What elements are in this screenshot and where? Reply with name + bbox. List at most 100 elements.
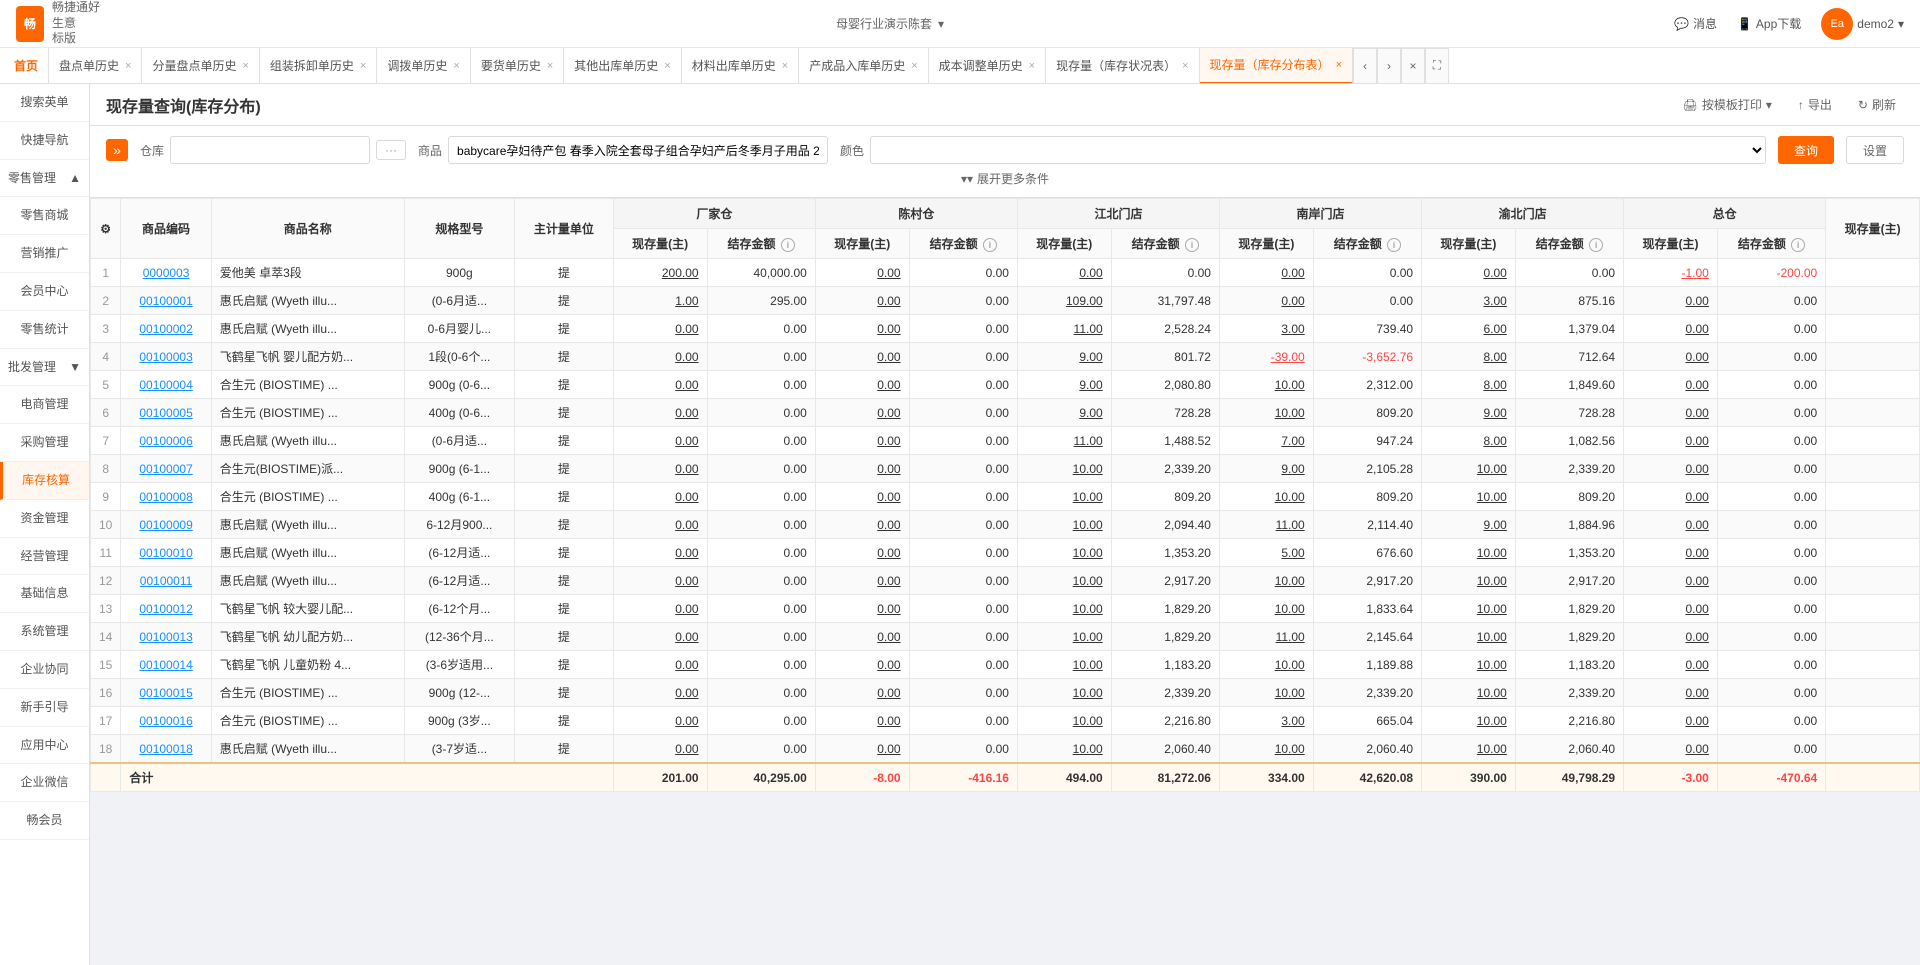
product-code[interactable]: 00100009 bbox=[121, 511, 211, 539]
close-tab-material-out-icon[interactable]: × bbox=[782, 60, 788, 72]
total-stock[interactable]: 0.00 bbox=[1624, 623, 1718, 651]
table-settings-icon[interactable]: ⚙ bbox=[100, 222, 111, 236]
product-code[interactable]: 00100010 bbox=[121, 539, 211, 567]
product-code[interactable]: 00100013 bbox=[121, 623, 211, 651]
factory-stock[interactable]: 0.00 bbox=[613, 315, 707, 343]
tab-dispatch[interactable]: 调拨单历史 × bbox=[377, 48, 470, 84]
total-stock[interactable]: 0.00 bbox=[1624, 651, 1718, 679]
factory-stock[interactable]: 0.00 bbox=[613, 343, 707, 371]
sidebar-item-weixin[interactable]: 企业微信 bbox=[0, 764, 89, 802]
warehouse-input[interactable] bbox=[170, 136, 370, 164]
close-tab-branch-icon[interactable]: × bbox=[242, 60, 248, 72]
sidebar-item-stock[interactable]: 库存核算 bbox=[0, 462, 89, 500]
chen-stock[interactable]: 0.00 bbox=[815, 567, 909, 595]
jiangbei-stock[interactable]: 10.00 bbox=[1017, 455, 1111, 483]
factory-stock[interactable]: 0.00 bbox=[613, 427, 707, 455]
chen-stock[interactable]: 0.00 bbox=[815, 371, 909, 399]
factory-stock[interactable]: 0.00 bbox=[613, 735, 707, 764]
jiangbei-stock[interactable]: 10.00 bbox=[1017, 707, 1111, 735]
factory-stock[interactable]: 0.00 bbox=[613, 567, 707, 595]
chen-stock[interactable]: 0.00 bbox=[815, 679, 909, 707]
app-download-btn[interactable]: 📱 App下载 bbox=[1737, 15, 1801, 32]
sidebar-item-member[interactable]: 会员中心 bbox=[0, 273, 89, 311]
nangan-stock[interactable]: 10.00 bbox=[1219, 399, 1313, 427]
nangan-stock[interactable]: 10.00 bbox=[1219, 567, 1313, 595]
product-code[interactable]: 00100006 bbox=[121, 427, 211, 455]
close-tab-cost-adjust-icon[interactable]: × bbox=[1029, 60, 1035, 72]
sidebar-item-wholesale[interactable]: 批发管理▼ bbox=[0, 349, 89, 387]
nangan-stock[interactable]: 10.00 bbox=[1219, 595, 1313, 623]
total-stock[interactable]: 0.00 bbox=[1624, 343, 1718, 371]
yubei-stock[interactable]: 0.00 bbox=[1422, 259, 1516, 287]
yubei-stock[interactable]: 10.00 bbox=[1422, 651, 1516, 679]
yubei-stock[interactable]: 10.00 bbox=[1422, 735, 1516, 764]
sidebar-item-retail-mgmt[interactable]: 零售管理▲ bbox=[0, 160, 89, 198]
factory-stock[interactable]: 0.00 bbox=[613, 679, 707, 707]
jiangbei-stock[interactable]: 10.00 bbox=[1017, 567, 1111, 595]
product-code[interactable]: 00100007 bbox=[121, 455, 211, 483]
factory-stock[interactable]: 0.00 bbox=[613, 455, 707, 483]
chen-stock[interactable]: 0.00 bbox=[815, 707, 909, 735]
total-stock[interactable]: 0.00 bbox=[1624, 595, 1718, 623]
sidebar-item-purchase[interactable]: 采购管理 bbox=[0, 424, 89, 462]
nangan-stock[interactable]: 3.00 bbox=[1219, 707, 1313, 735]
sidebar-item-marketing[interactable]: 营销推广 bbox=[0, 235, 89, 273]
chen-stock[interactable]: 0.00 bbox=[815, 343, 909, 371]
factory-stock[interactable]: 0.00 bbox=[613, 399, 707, 427]
sidebar-item-search[interactable]: 搜索英单 bbox=[0, 84, 89, 122]
tab-next-btn[interactable]: › bbox=[1377, 48, 1401, 84]
chen-stock[interactable]: 0.00 bbox=[815, 455, 909, 483]
jiangbei-stock[interactable]: 11.00 bbox=[1017, 427, 1111, 455]
total-stock[interactable]: -1.00 bbox=[1624, 259, 1718, 287]
factory-stock[interactable]: 0.00 bbox=[613, 371, 707, 399]
chen-stock[interactable]: 0.00 bbox=[815, 483, 909, 511]
yubei-amount-info-icon[interactable]: i bbox=[1589, 238, 1603, 252]
close-tab-stock-status-icon[interactable]: × bbox=[1182, 60, 1188, 72]
jiangbei-stock[interactable]: 9.00 bbox=[1017, 399, 1111, 427]
factory-stock[interactable]: 0.00 bbox=[613, 623, 707, 651]
product-code[interactable]: 00100015 bbox=[121, 679, 211, 707]
chen-stock[interactable]: 0.00 bbox=[815, 511, 909, 539]
total-stock[interactable]: 0.00 bbox=[1624, 707, 1718, 735]
total-stock[interactable]: 0.00 bbox=[1624, 455, 1718, 483]
refresh-btn[interactable]: ↻ 刷新 bbox=[1850, 92, 1904, 117]
sidebar-item-finance[interactable]: 资金管理 bbox=[0, 500, 89, 538]
yubei-stock[interactable]: 10.00 bbox=[1422, 455, 1516, 483]
nangan-stock[interactable]: 0.00 bbox=[1219, 287, 1313, 315]
user-profile[interactable]: Ea demo2 ▾ bbox=[1821, 8, 1904, 40]
product-code[interactable]: 00100012 bbox=[121, 595, 211, 623]
tab-other-out[interactable]: 其他出库单历史 × bbox=[564, 48, 681, 84]
yubei-stock[interactable]: 10.00 bbox=[1422, 679, 1516, 707]
tab-fullscreen-btn[interactable]: ⛶ bbox=[1425, 48, 1449, 84]
nangan-stock[interactable]: 0.00 bbox=[1219, 259, 1313, 287]
chen-stock[interactable]: 0.00 bbox=[815, 735, 909, 764]
product-code[interactable]: 00100016 bbox=[121, 707, 211, 735]
sidebar-item-shortcut[interactable]: 快捷导航 bbox=[0, 122, 89, 160]
sidebar-item-member2[interactable]: 畅会员 bbox=[0, 802, 89, 840]
industry-selector[interactable]: 母婴行业演示陈套 ▾ bbox=[836, 15, 944, 32]
nangan-stock[interactable]: 9.00 bbox=[1219, 455, 1313, 483]
nangan-stock[interactable]: 3.00 bbox=[1219, 315, 1313, 343]
factory-stock[interactable]: 0.00 bbox=[613, 595, 707, 623]
yubei-stock[interactable]: 9.00 bbox=[1422, 399, 1516, 427]
yubei-stock[interactable]: 3.00 bbox=[1422, 287, 1516, 315]
sidebar-item-retail-stats[interactable]: 零售统计 bbox=[0, 311, 89, 349]
yubei-stock[interactable]: 6.00 bbox=[1422, 315, 1516, 343]
factory-stock[interactable]: 0.00 bbox=[613, 511, 707, 539]
factory-stock[interactable]: 0.00 bbox=[613, 539, 707, 567]
tab-cost-adjust[interactable]: 成本调整单历史 × bbox=[929, 48, 1046, 84]
factory-stock[interactable]: 0.00 bbox=[613, 707, 707, 735]
tab-purchase[interactable]: 要货单历史 × bbox=[471, 48, 564, 84]
tab-close-all-btn[interactable]: × bbox=[1401, 48, 1425, 84]
sidebar-item-ops[interactable]: 经营管理 bbox=[0, 538, 89, 576]
close-tab-assemble-icon[interactable]: × bbox=[360, 60, 366, 72]
factory-stock[interactable]: 1.00 bbox=[613, 287, 707, 315]
chen-amount-info-icon[interactable]: i bbox=[983, 238, 997, 252]
product-code[interactable]: 00100001 bbox=[121, 287, 211, 315]
yubei-stock[interactable]: 8.00 bbox=[1422, 427, 1516, 455]
query-btn[interactable]: 查询 bbox=[1778, 136, 1834, 164]
total-stock[interactable]: 0.00 bbox=[1624, 315, 1718, 343]
yubei-stock[interactable]: 10.00 bbox=[1422, 539, 1516, 567]
product-code[interactable]: 00100011 bbox=[121, 567, 211, 595]
yubei-stock[interactable]: 10.00 bbox=[1422, 567, 1516, 595]
